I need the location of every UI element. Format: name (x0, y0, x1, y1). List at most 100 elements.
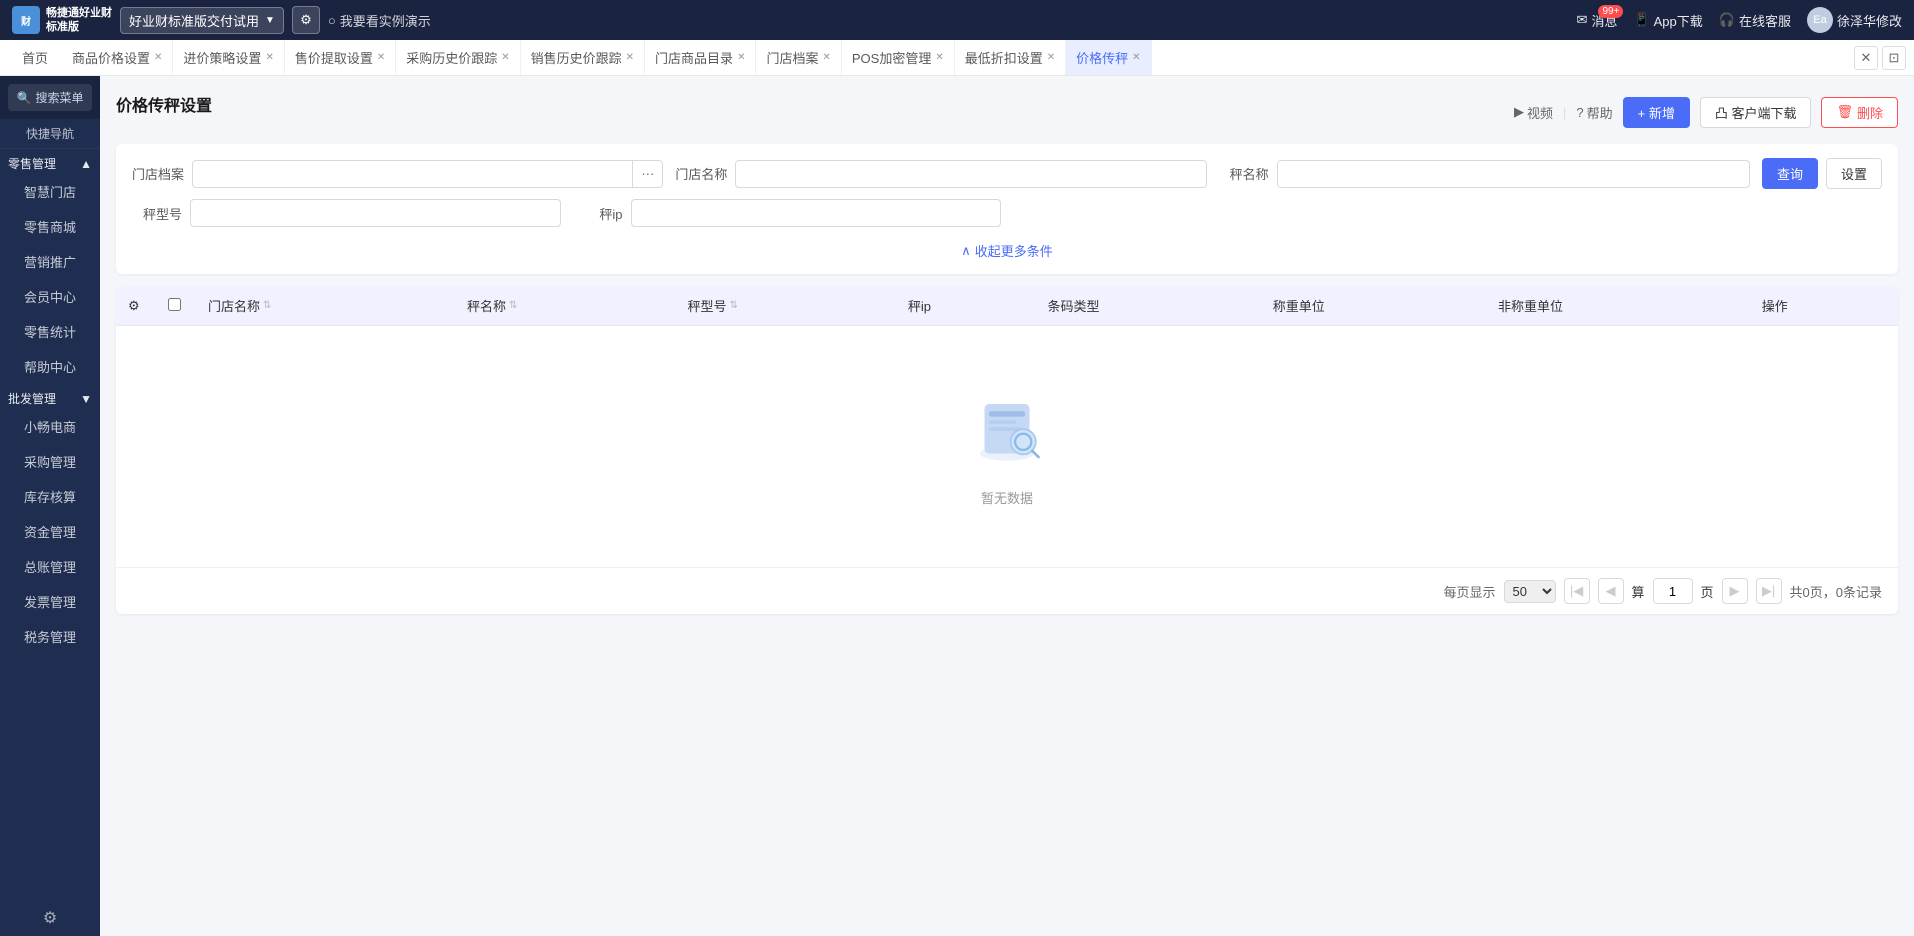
tab-cai-gou[interactable]: 采购历史价跟踪 ✕ (396, 40, 520, 76)
sidebar-section-wholesale[interactable]: 批发管理 ▼ (0, 384, 100, 409)
th-sort-store-name[interactable]: 门店名称 ⇅ (208, 296, 443, 315)
query-button[interactable]: 查询 (1762, 158, 1818, 189)
sidebar-item-tax[interactable]: 税务管理 (0, 619, 100, 654)
video-link[interactable]: ▶ 视频 (1514, 103, 1553, 122)
close-icon[interactable]: ✕ (626, 52, 634, 63)
help-icon: ? (1576, 105, 1583, 120)
close-icon[interactable]: ✕ (1047, 52, 1055, 63)
sidebar-settings-icon[interactable]: ⚙ (43, 910, 57, 927)
video-icon: ▶ (1514, 104, 1524, 120)
top-bar-left: 财 畅捷通好业财标准版 好业财标准版交付试用 ▼ ⚙ ○ 我要看实例演示 (12, 6, 431, 35)
avatar: Ea (1807, 7, 1833, 33)
store-file-input[interactable] (192, 160, 633, 188)
store-file-label: 门店档案 (132, 164, 184, 183)
empty-state: 暂无数据 (116, 326, 1898, 567)
query-btn-label: 查询 (1777, 164, 1803, 183)
close-icon[interactable]: ✕ (1132, 52, 1140, 63)
page-input[interactable] (1653, 578, 1693, 604)
tab-pos[interactable]: POS加密管理 ✕ (842, 40, 955, 76)
service-icon: 🎧 (1719, 12, 1735, 28)
tab-men-dian-mu-lu[interactable]: 门店商品目录 ✕ (645, 40, 756, 76)
prev-page-btn[interactable]: ◀ (1598, 578, 1624, 604)
close-icon[interactable]: ✕ (265, 52, 273, 63)
download-button[interactable]: 凸 客户端下载 (1700, 97, 1812, 128)
tab-bar: 首页 商品价格设置 ✕ 进价策略设置 ✕ 售价提取设置 ✕ 采购历史价跟踪 ✕ … (0, 40, 1914, 76)
next-page-btn[interactable]: ▶ (1722, 578, 1748, 604)
sidebar-item-purchase[interactable]: 采购管理 (0, 444, 100, 479)
sort-icon: ⇅ (263, 300, 271, 311)
select-all-checkbox[interactable] (168, 298, 181, 311)
add-label: + 新增 (1638, 103, 1675, 122)
app-download-btn[interactable]: 📱 App下载 (1633, 11, 1702, 30)
tab-shou-jia[interactable]: 售价提取设置 ✕ (285, 40, 396, 76)
first-page-btn[interactable]: |◀ (1564, 578, 1590, 604)
store-name-label: 门店名称 (675, 164, 727, 183)
sidebar-item-retail-mall[interactable]: 零售商城 (0, 209, 100, 244)
store-file-btn[interactable]: ··· (633, 160, 663, 188)
th-barcode-type: 条码类型 (1036, 286, 1261, 326)
sort-icon: ⇅ (729, 300, 737, 311)
sidebar-section-retail[interactable]: 零售管理 ▲ (0, 149, 100, 174)
tab-maximize-btn[interactable]: ⊡ (1882, 46, 1906, 70)
close-icon[interactable]: ✕ (737, 52, 745, 63)
settings-button[interactable]: 设置 (1826, 158, 1882, 189)
sidebar-quick-nav[interactable]: 快捷导航 (0, 119, 100, 149)
close-icon[interactable]: ✕ (154, 52, 162, 63)
tab-jin-jia[interactable]: 进价策略设置 ✕ (173, 40, 284, 76)
collapse-btn[interactable]: ∧ 收起更多条件 (961, 241, 1053, 260)
download-icon: 📱 (1633, 12, 1649, 28)
sort-icon: ⇅ (509, 300, 517, 311)
scale-ip-label: 秤ip (573, 204, 623, 223)
tab-close-all-btn[interactable]: ✕ (1854, 46, 1878, 70)
th-action: 操作 (1750, 286, 1898, 326)
th-sort-scale-name[interactable]: 秤名称 ⇅ (467, 296, 663, 315)
th-sort-scale-model[interactable]: 秤型号 ⇅ (687, 296, 883, 315)
scale-model-input[interactable] (190, 199, 561, 227)
sidebar-item-marketing[interactable]: 营销推广 (0, 244, 100, 279)
top-bar-right: ✉ 消息 99+ 📱 App下载 🎧 在线客服 Ea 徐泽华修改 (1577, 7, 1902, 33)
sidebar-item-member[interactable]: 会员中心 (0, 279, 100, 314)
tab-shang-pin[interactable]: 商品价格设置 ✕ (62, 40, 173, 76)
tab-xiao-shou[interactable]: 销售历史价跟踪 ✕ (521, 40, 645, 76)
sidebar-item-help[interactable]: 帮助中心 (0, 349, 100, 384)
sidebar-item-ledger[interactable]: 总账管理 (0, 549, 100, 584)
search-menu-button[interactable]: 🔍 搜索菜单 (8, 84, 92, 111)
tab-home[interactable]: 首页 (8, 40, 62, 76)
close-icon[interactable]: ✕ (377, 52, 385, 63)
delete-button[interactable]: 🗑 删除 (1821, 97, 1898, 128)
logo-area: 财 畅捷通好业财标准版 (12, 6, 112, 35)
user-menu[interactable]: Ea 徐泽华修改 (1807, 7, 1902, 33)
add-button[interactable]: + 新增 (1623, 97, 1690, 128)
help-link[interactable]: ? 帮助 (1576, 103, 1612, 122)
demo-link[interactable]: ○ 我要看实例演示 (328, 11, 431, 30)
page-size-select[interactable]: 50 20 100 (1504, 580, 1556, 603)
scale-ip-input[interactable] (631, 199, 1002, 227)
demo-link-text: 我要看实例演示 (340, 11, 431, 30)
last-page-btn[interactable]: ▶| (1756, 578, 1782, 604)
close-icon[interactable]: ✕ (935, 52, 943, 63)
empty-icon (962, 386, 1052, 476)
online-service-btn[interactable]: 🎧 在线客服 (1719, 11, 1791, 30)
page-title: 价格传秤设置 (116, 92, 212, 116)
close-icon[interactable]: ✕ (822, 52, 830, 63)
sidebar-item-inventory[interactable]: 库存核算 (0, 479, 100, 514)
scale-name-input[interactable] (1277, 160, 1750, 188)
tab-men-dian-dang-an[interactable]: 门店档案 ✕ (756, 40, 841, 76)
app-settings-icon[interactable]: ⚙ (292, 6, 320, 34)
filter-row-2: 秤型号 秤ip (132, 199, 1882, 227)
app-selector[interactable]: 好业财标准版交付试用 ▼ (120, 7, 284, 34)
data-table: ⚙ 门店名称 ⇅ (116, 286, 1898, 326)
th-weight-unit: 称重单位 (1261, 286, 1486, 326)
sidebar-item-smart-store[interactable]: 智慧门店 (0, 174, 100, 209)
tab-zui-di[interactable]: 最低折扣设置 ✕ (955, 40, 1066, 76)
message-btn[interactable]: ✉ 消息 99+ (1577, 11, 1618, 30)
settings-icon[interactable]: ⚙ (128, 298, 140, 313)
sidebar-item-retail-stats[interactable]: 零售统计 (0, 314, 100, 349)
sidebar-item-invoice[interactable]: 发票管理 (0, 584, 100, 619)
tab-price-chuan[interactable]: 价格传秤 ✕ (1066, 40, 1151, 76)
th-non-weight-unit: 非称重单位 (1486, 286, 1750, 326)
sidebar-item-finance[interactable]: 资金管理 (0, 514, 100, 549)
sidebar-item-ecommerce[interactable]: 小畅电商 (0, 409, 100, 444)
close-icon[interactable]: ✕ (501, 52, 509, 63)
store-name-input[interactable] (735, 160, 1206, 188)
